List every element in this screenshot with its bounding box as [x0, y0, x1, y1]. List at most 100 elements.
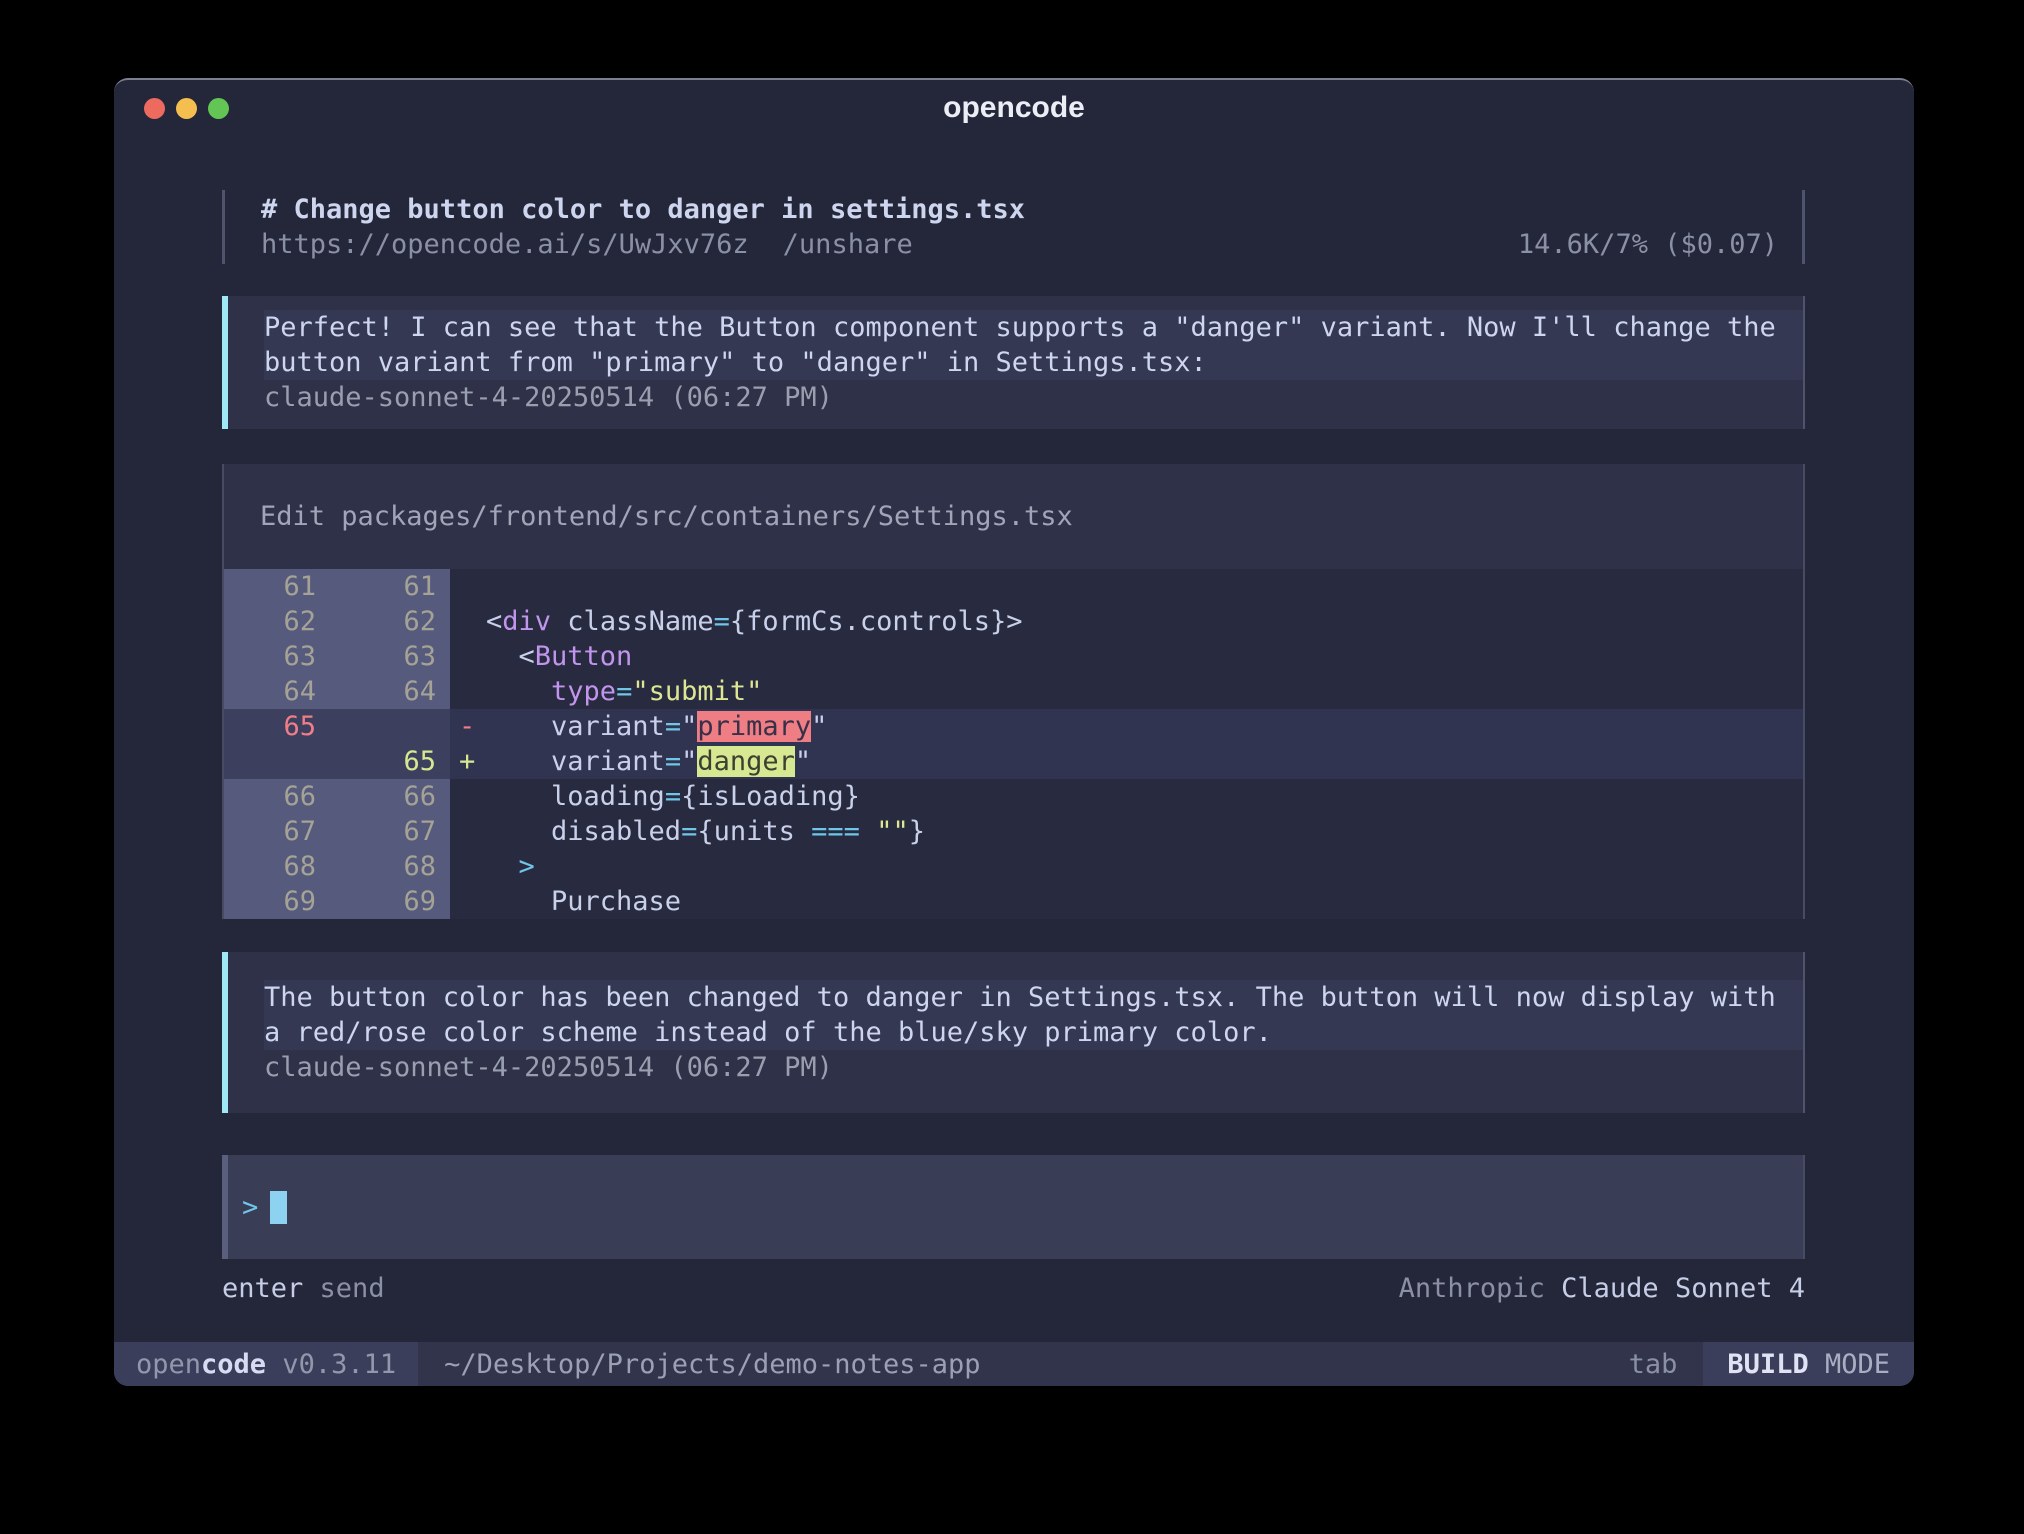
diff-marker [450, 884, 486, 919]
diff-gutter: 6666 [224, 779, 450, 814]
diff-gutter: 6767 [224, 814, 450, 849]
old-line-number: 63 [224, 639, 328, 674]
diff-code-line: variant="primary" [486, 709, 1803, 744]
code-token: = [665, 746, 681, 777]
code-token: primary [697, 711, 811, 742]
send-hint: enter send [222, 1271, 385, 1306]
code-token: === [811, 816, 860, 847]
mode-build-label: BUILD [1727, 1349, 1808, 1380]
old-line-number: 62 [224, 604, 328, 639]
code-token: = [665, 711, 681, 742]
new-line-number: 63 [328, 639, 450, 674]
diff-view: 61616262<div className={formCs.controls}… [224, 569, 1803, 919]
diff-marker: + [450, 744, 486, 779]
assistant-message-text: Perfect! I can see that the Button compo… [264, 310, 1803, 380]
diff-marker [450, 779, 486, 814]
new-line-number: 67 [328, 814, 450, 849]
new-line-number: 66 [328, 779, 450, 814]
code-token: " [795, 746, 811, 777]
diff-code-line: <Button [486, 639, 1803, 674]
diff-gutter: 6969 [224, 884, 450, 919]
new-line-number: 62 [328, 604, 450, 639]
share-url-link[interactable]: https://opencode.ai/s/UwJxv76z [261, 227, 749, 262]
old-line-number: 69 [224, 884, 328, 919]
model-name-label: Claude Sonnet 4 [1561, 1273, 1805, 1304]
working-directory: ~/Desktop/Projects/demo-notes-app [444, 1349, 980, 1380]
assistant-message-meta: claude-sonnet-4-20250514 (06:27 PM) [264, 380, 1803, 415]
old-line-number: 65 [224, 709, 328, 744]
diff-gutter: 6363 [224, 639, 450, 674]
diff-code-line: > [486, 849, 1803, 884]
send-label: send [320, 1273, 385, 1304]
diff-code-line [486, 569, 1803, 604]
code-token: {formCs.controls}> [730, 606, 1023, 637]
code-token [486, 851, 519, 882]
code-token: div [502, 606, 551, 637]
code-token: loading [486, 781, 665, 812]
app-name-code: code [201, 1349, 266, 1380]
unshare-command[interactable]: /unshare [783, 227, 913, 262]
diff-gutter: 6464 [224, 674, 450, 709]
footer-hints: enter send Anthropic Claude Sonnet 4 [222, 1271, 1805, 1306]
mode-segment[interactable]: BUILD MODE [1703, 1342, 1914, 1386]
diff-row: 6464 type="submit" [224, 674, 1803, 709]
diff-row: 6868 > [224, 849, 1803, 884]
code-token: "submit" [632, 676, 762, 707]
edit-tool-card: Edit packages/frontend/src/containers/Se… [222, 464, 1805, 919]
code-token: } [909, 816, 925, 847]
diff-code-line: Purchase [486, 884, 1803, 919]
old-line-number: 61 [224, 569, 328, 604]
code-token: = [681, 816, 697, 847]
diff-code-line: <div className={formCs.controls}> [486, 604, 1803, 639]
diff-row: 6363 <Button [224, 639, 1803, 674]
assistant-message: The button color has been changed to dan… [222, 952, 1805, 1113]
diff-gutter: 6868 [224, 849, 450, 884]
new-line-number: 61 [328, 569, 450, 604]
model-indicator: Anthropic Claude Sonnet 4 [1399, 1271, 1805, 1306]
code-token: Purchase [486, 886, 681, 917]
code-token: < [486, 606, 502, 637]
old-line-number: 67 [224, 814, 328, 849]
diff-gutter: 6161 [224, 569, 450, 604]
old-line-number: 68 [224, 849, 328, 884]
diff-gutter: 6262 [224, 604, 450, 639]
diff-row: 65- variant="primary" [224, 709, 1803, 744]
assistant-message-meta: claude-sonnet-4-20250514 (06:27 PM) [264, 1050, 1803, 1085]
text-cursor [270, 1191, 287, 1224]
new-line-number: 69 [328, 884, 450, 919]
code-token: disabled [486, 816, 681, 847]
context-usage-stats: 14.6K/7% ($0.07) [1518, 227, 1778, 262]
code-token: danger [697, 746, 795, 777]
diff-row: 6666 loading={isLoading} [224, 779, 1803, 814]
app-window: opencode # Change button color to danger… [114, 78, 1914, 1386]
code-token: className [551, 606, 714, 637]
code-token: type [551, 676, 616, 707]
prompt-input[interactable]: > [222, 1155, 1805, 1259]
code-token: = [665, 781, 681, 812]
diff-row: 6969 Purchase [224, 884, 1803, 919]
diff-marker [450, 849, 486, 884]
session-header: # Change button color to danger in setti… [222, 190, 1805, 264]
new-line-number: 68 [328, 849, 450, 884]
code-token: {isLoading} [681, 781, 860, 812]
provider-label: Anthropic [1399, 1273, 1545, 1304]
diff-marker [450, 814, 486, 849]
code-token: < [486, 641, 535, 672]
code-token [860, 816, 876, 847]
enter-key-hint: enter [222, 1273, 303, 1304]
diff-row: 6262 <div className={formCs.controls}> [224, 604, 1803, 639]
diff-marker [450, 604, 486, 639]
diff-row: 6161 [224, 569, 1803, 604]
diff-gutter: 65 [224, 709, 450, 744]
diff-marker [450, 639, 486, 674]
diff-row: 6767 disabled={units === ""} [224, 814, 1803, 849]
window-title: opencode [114, 80, 1914, 136]
diff-code-line: loading={isLoading} [486, 779, 1803, 814]
code-token: variant [486, 711, 665, 742]
diff-marker [450, 674, 486, 709]
old-line-number [224, 744, 328, 779]
code-token [486, 676, 551, 707]
old-line-number: 64 [224, 674, 328, 709]
assistant-message-text: The button color has been changed to dan… [264, 980, 1803, 1050]
main-content: # Change button color to danger in setti… [114, 190, 1914, 1306]
